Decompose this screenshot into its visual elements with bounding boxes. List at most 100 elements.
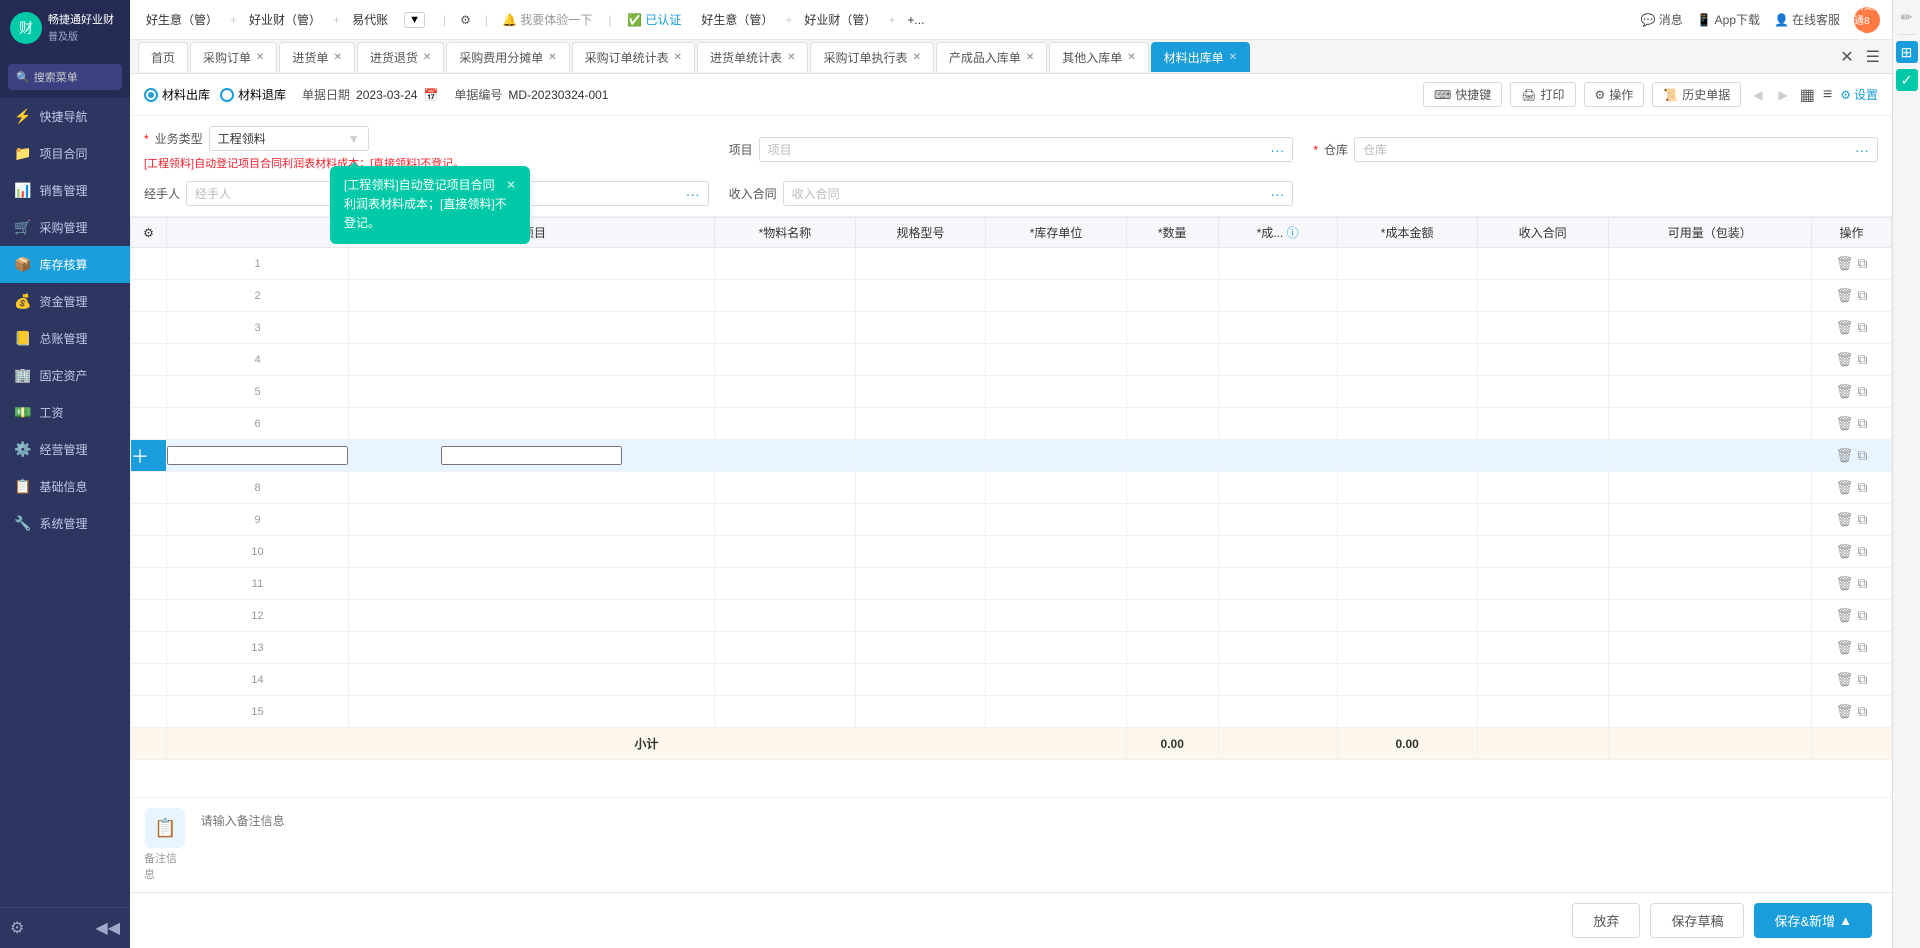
- grid-view-button[interactable]: ▦: [1800, 85, 1815, 105]
- calendar-icon[interactable]: 📅: [423, 88, 438, 102]
- tab-close-receipt-return[interactable]: ✕: [423, 52, 431, 63]
- th-settings[interactable]: ⚙: [131, 218, 167, 248]
- tab-close-purchase-order[interactable]: ✕: [256, 52, 264, 63]
- tab-close-receipt-stats[interactable]: ✕: [787, 52, 795, 63]
- discard-button[interactable]: 放弃: [1572, 903, 1640, 938]
- save-new-button[interactable]: 保存&新增 ▲: [1754, 903, 1872, 938]
- delete-row-11[interactable]: 🗑: [1834, 573, 1856, 594]
- delete-row-4[interactable]: 🗑: [1834, 349, 1856, 370]
- tab-receipt-stats[interactable]: 进货单统计表✕: [697, 42, 808, 72]
- right-tool-green-button[interactable]: ✓: [1896, 69, 1918, 91]
- tab-view-toggle-button[interactable]: ☰: [1862, 45, 1884, 69]
- tab-receipt[interactable]: 进货单✕: [279, 42, 354, 72]
- topbar-dropdown-button[interactable]: ▼: [404, 12, 425, 28]
- delete-row-12[interactable]: 🗑: [1834, 605, 1856, 626]
- tab-purchase-exec[interactable]: 采购订单执行表✕: [810, 42, 933, 72]
- add-row-col1-input[interactable]: [167, 446, 348, 465]
- topbar-nav-yidaizhang[interactable]: 易代账: [348, 11, 392, 28]
- topbar-nav-more-btn[interactable]: ▼: [404, 12, 425, 28]
- delete-row-1[interactable]: 🗑: [1834, 253, 1856, 274]
- copy-row-10[interactable]: ⧉: [1855, 541, 1869, 562]
- delete-row-8[interactable]: 🗑: [1834, 477, 1856, 498]
- copy-row-5[interactable]: ⧉: [1855, 381, 1869, 402]
- sidebar-item-ops[interactable]: ⚙️ 经营管理: [0, 431, 130, 468]
- tab-receipt-return[interactable]: 进货退货✕: [357, 42, 444, 72]
- tab-home[interactable]: 首页: [138, 42, 188, 72]
- right-tool-edit-button[interactable]: ✏: [1896, 6, 1918, 28]
- tab-close-purchase-stats[interactable]: ✕: [674, 52, 682, 63]
- copy-row-3[interactable]: ⧉: [1855, 317, 1869, 338]
- handler-dots-icon[interactable]: ···: [686, 186, 700, 202]
- sidebar-item-finance[interactable]: 💰 资金管理: [0, 283, 130, 320]
- copy-row-2[interactable]: ⧉: [1855, 285, 1869, 306]
- user-avatar[interactable]: 畅捷通8路...: [1854, 7, 1880, 33]
- print-button[interactable]: 🖨 打印: [1510, 82, 1575, 107]
- tab-close-receipt[interactable]: ✕: [333, 52, 341, 63]
- app-download-button[interactable]: 📱 App下载: [1697, 11, 1760, 28]
- settings-gear-button[interactable]: ⚙: [10, 918, 24, 938]
- sidebar-item-project[interactable]: 📁 项目合同: [0, 135, 130, 172]
- sidebar-item-purchase[interactable]: 🛒 采购管理: [0, 209, 130, 246]
- collapse-sidebar-button[interactable]: ◀◀: [95, 918, 120, 938]
- tooltip-close-button[interactable]: ✕: [506, 176, 516, 195]
- copy-row-9[interactable]: ⧉: [1855, 509, 1869, 530]
- radio-material-return[interactable]: 材料退库: [220, 86, 286, 103]
- tab-other-receipt[interactable]: 其他入库单✕: [1049, 42, 1148, 72]
- topbar-nav-haoshengyi[interactable]: 好生意（管）: [142, 11, 222, 28]
- delete-row-5[interactable]: 🗑: [1834, 381, 1856, 402]
- sidebar-item-sales[interactable]: 📊 销售管理: [0, 172, 130, 209]
- topbar-nav-haoyecai[interactable]: 好业财（管）: [245, 11, 325, 28]
- close-all-tabs-button[interactable]: ✕: [1836, 45, 1857, 69]
- copy-row-11[interactable]: ⧉: [1855, 573, 1869, 594]
- delete-row-9[interactable]: 🗑: [1834, 509, 1856, 530]
- warehouse-input[interactable]: 仓库 ···: [1354, 137, 1878, 162]
- add-row-col2-input[interactable]: [441, 446, 622, 465]
- tab-purchase-stats[interactable]: 采购订单统计表✕: [572, 42, 695, 72]
- delete-row-3[interactable]: 🗑: [1834, 317, 1856, 338]
- tab-finished-goods[interactable]: 产成品入库单✕: [936, 42, 1047, 72]
- tab-close-purchase-exec[interactable]: ✕: [912, 52, 920, 63]
- topbar-settings-button[interactable]: ⚙: [460, 13, 471, 27]
- sidebar-item-salary[interactable]: 💵 工资: [0, 394, 130, 431]
- delete-row-6[interactable]: 🗑: [1834, 413, 1856, 434]
- project-input[interactable]: 项目 ···: [759, 137, 1294, 162]
- delete-row-13[interactable]: 🗑: [1834, 637, 1856, 658]
- topbar-nav2-haoyecai[interactable]: 好业财（管）: [800, 11, 880, 28]
- sidebar-item-assets[interactable]: 🏢 固定资产: [0, 357, 130, 394]
- right-tool-view-button[interactable]: ⊞: [1896, 41, 1918, 63]
- delete-row-14[interactable]: 🗑: [1834, 669, 1856, 690]
- search-menu-button[interactable]: 🔍 搜索菜单: [8, 64, 122, 90]
- tab-material-issue[interactable]: 材料出库单✕: [1151, 42, 1250, 72]
- copy-row-14[interactable]: ⧉: [1855, 669, 1869, 690]
- sidebar-item-ledger[interactable]: 📒 总账管理: [0, 320, 130, 357]
- tab-purchase-order[interactable]: 采购订单✕: [190, 42, 277, 72]
- sidebar-item-system[interactable]: 🔧 系统管理: [0, 505, 130, 542]
- sidebar-item-shortcut[interactable]: ⚡ 快捷导航: [0, 98, 130, 135]
- save-draft-button[interactable]: 保存草稿: [1650, 903, 1744, 938]
- info-icon[interactable]: ⓘ: [1287, 226, 1299, 240]
- business-type-input[interactable]: 工程领料 ▼: [209, 126, 369, 151]
- copy-row-add[interactable]: ⧉: [1855, 445, 1869, 466]
- copy-row-1[interactable]: ⧉: [1855, 253, 1869, 274]
- add-row-button[interactable]: ＋: [131, 443, 149, 469]
- tab-purchase-split[interactable]: 采购费用分摊单✕: [446, 42, 569, 72]
- tab-close-material-issue[interactable]: ✕: [1229, 52, 1237, 63]
- copy-row-4[interactable]: ⧉: [1855, 349, 1869, 370]
- online-service-button[interactable]: 👤 在线客服: [1774, 11, 1840, 28]
- list-view-button[interactable]: ≡: [1823, 86, 1832, 104]
- income-contract-dots-icon[interactable]: ···: [1270, 186, 1284, 202]
- shortcut-keys-button[interactable]: ⌨ 快捷键: [1423, 82, 1502, 107]
- history-button[interactable]: 📜 历史单据: [1652, 82, 1741, 107]
- copy-row-6[interactable]: ⧉: [1855, 413, 1869, 434]
- sidebar-item-inventory[interactable]: 📦 库存核算: [0, 246, 130, 283]
- remarks-input[interactable]: [197, 808, 1878, 844]
- message-button[interactable]: 💬 消息: [1641, 11, 1683, 28]
- income-contract-input[interactable]: 收入合同 ···: [783, 181, 1294, 206]
- copy-row-8[interactable]: ⧉: [1855, 477, 1869, 498]
- warehouse-dots-icon[interactable]: ···: [1855, 142, 1869, 158]
- radio-material-out[interactable]: 材料出库: [144, 86, 210, 103]
- sidebar-item-basic[interactable]: 📋 基础信息: [0, 468, 130, 505]
- topbar-nav2-haoshengyi[interactable]: 好生意（管）: [697, 11, 777, 28]
- tab-close-other-receipt[interactable]: ✕: [1127, 52, 1135, 63]
- delete-row-add[interactable]: 🗑: [1834, 445, 1856, 466]
